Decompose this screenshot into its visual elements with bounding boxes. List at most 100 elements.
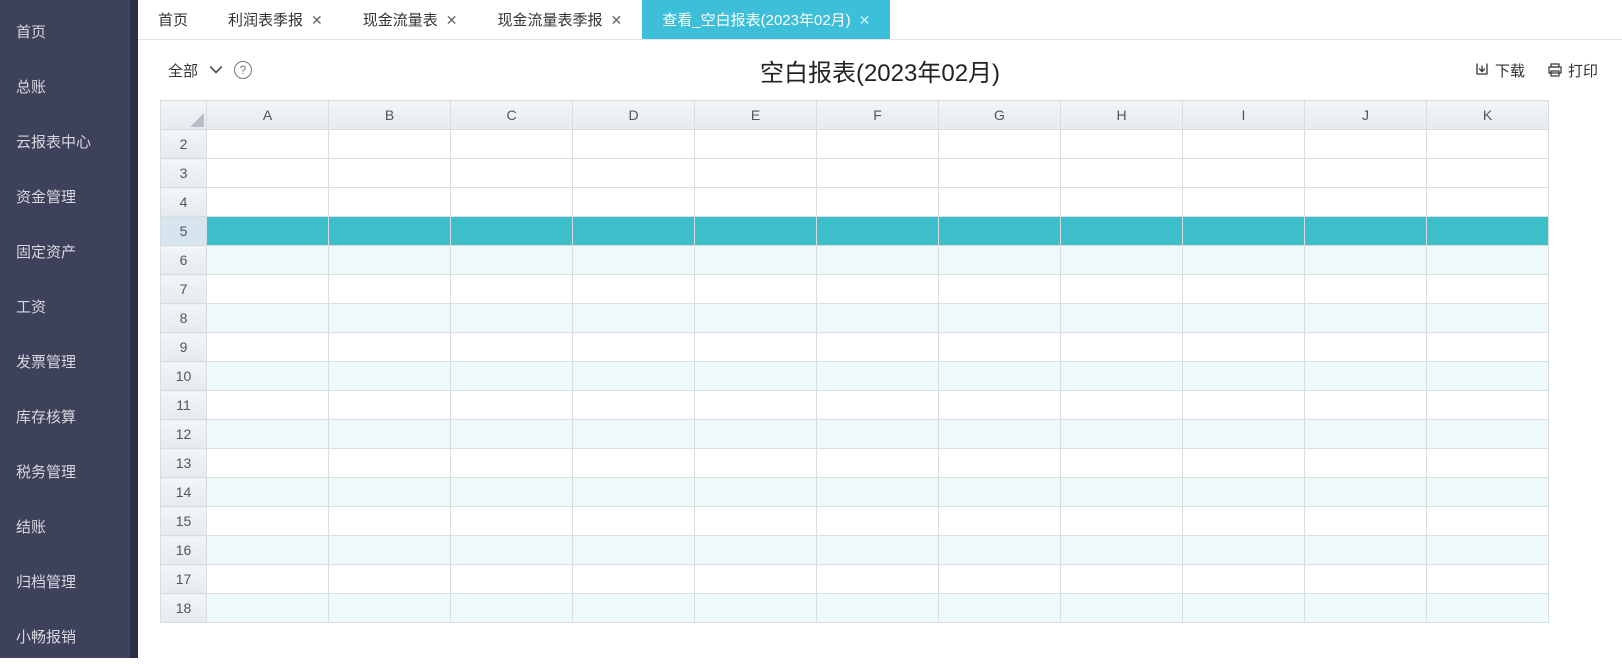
row-head-6[interactable]: 6 [161,246,207,275]
cell-C9[interactable] [451,333,573,362]
cell-D16[interactable] [573,536,695,565]
row-head-10[interactable]: 10 [161,362,207,391]
cell-G16[interactable] [939,536,1061,565]
col-head-C[interactable]: C [451,101,573,130]
cell-K10[interactable] [1427,362,1549,391]
sidebar-item-7[interactable]: 库存核算 [0,389,130,444]
cell-K8[interactable] [1427,304,1549,333]
sidebar-item-10[interactable]: 归档管理 [0,554,130,609]
cell-I14[interactable] [1183,478,1305,507]
row-head-14[interactable]: 14 [161,478,207,507]
row-head-4[interactable]: 4 [161,188,207,217]
cell-A11[interactable] [207,391,329,420]
cell-A10[interactable] [207,362,329,391]
cell-B18[interactable] [329,594,451,623]
cell-E3[interactable] [695,159,817,188]
close-icon[interactable]: ✕ [611,13,623,27]
cell-C3[interactable] [451,159,573,188]
row-head-16[interactable]: 16 [161,536,207,565]
cell-G15[interactable] [939,507,1061,536]
cell-C6[interactable] [451,246,573,275]
cell-J2[interactable] [1305,130,1427,159]
cell-G13[interactable] [939,449,1061,478]
cell-J8[interactable] [1305,304,1427,333]
cell-C17[interactable] [451,565,573,594]
cell-B17[interactable] [329,565,451,594]
cell-C4[interactable] [451,188,573,217]
cell-F12[interactable] [817,420,939,449]
cell-E17[interactable] [695,565,817,594]
cell-D8[interactable] [573,304,695,333]
cell-I11[interactable] [1183,391,1305,420]
cell-E15[interactable] [695,507,817,536]
cell-G12[interactable] [939,420,1061,449]
cell-D9[interactable] [573,333,695,362]
cell-C15[interactable] [451,507,573,536]
cell-G18[interactable] [939,594,1061,623]
cell-F11[interactable] [817,391,939,420]
tab-4[interactable]: 查看_空白报表(2023年02月)✕ [642,0,890,39]
cell-G10[interactable] [939,362,1061,391]
cell-H5[interactable] [1061,217,1183,246]
cell-B2[interactable] [329,130,451,159]
cell-D2[interactable] [573,130,695,159]
row-head-17[interactable]: 17 [161,565,207,594]
cell-A13[interactable] [207,449,329,478]
cell-E12[interactable] [695,420,817,449]
cell-D5[interactable] [573,217,695,246]
cell-F18[interactable] [817,594,939,623]
cell-A7[interactable] [207,275,329,304]
cell-K3[interactable] [1427,159,1549,188]
tab-0[interactable]: 首页 [138,0,208,39]
cell-B3[interactable] [329,159,451,188]
cell-G2[interactable] [939,130,1061,159]
cell-D12[interactable] [573,420,695,449]
cell-E5[interactable] [695,217,817,246]
cell-J6[interactable] [1305,246,1427,275]
cell-E7[interactable] [695,275,817,304]
cell-F15[interactable] [817,507,939,536]
spreadsheet[interactable]: ABCDEFGHIJK23456789101112131415161718 [138,100,1622,658]
cell-B16[interactable] [329,536,451,565]
cell-D17[interactable] [573,565,695,594]
cell-B10[interactable] [329,362,451,391]
cell-I10[interactable] [1183,362,1305,391]
cell-K13[interactable] [1427,449,1549,478]
cell-G11[interactable] [939,391,1061,420]
cell-B14[interactable] [329,478,451,507]
cell-C5[interactable] [451,217,573,246]
cell-E16[interactable] [695,536,817,565]
cell-F17[interactable] [817,565,939,594]
cell-J17[interactable] [1305,565,1427,594]
cell-I15[interactable] [1183,507,1305,536]
cell-E10[interactable] [695,362,817,391]
cell-H6[interactable] [1061,246,1183,275]
cell-K15[interactable] [1427,507,1549,536]
cell-F10[interactable] [817,362,939,391]
cell-K9[interactable] [1427,333,1549,362]
cell-B12[interactable] [329,420,451,449]
cell-F2[interactable] [817,130,939,159]
cell-E11[interactable] [695,391,817,420]
cell-H17[interactable] [1061,565,1183,594]
sidebar-item-5[interactable]: 工资 [0,279,130,334]
cell-A18[interactable] [207,594,329,623]
row-head-15[interactable]: 15 [161,507,207,536]
cell-F13[interactable] [817,449,939,478]
col-head-J[interactable]: J [1305,101,1427,130]
cell-F8[interactable] [817,304,939,333]
tab-3[interactable]: 现金流量表季报✕ [478,0,643,39]
cell-A3[interactable] [207,159,329,188]
cell-B6[interactable] [329,246,451,275]
cell-C14[interactable] [451,478,573,507]
cell-K12[interactable] [1427,420,1549,449]
cell-J5[interactable] [1305,217,1427,246]
cell-I12[interactable] [1183,420,1305,449]
cell-K5[interactable] [1427,217,1549,246]
cell-C11[interactable] [451,391,573,420]
cell-K7[interactable] [1427,275,1549,304]
cell-C2[interactable] [451,130,573,159]
cell-H18[interactable] [1061,594,1183,623]
row-head-2[interactable]: 2 [161,130,207,159]
cell-I6[interactable] [1183,246,1305,275]
